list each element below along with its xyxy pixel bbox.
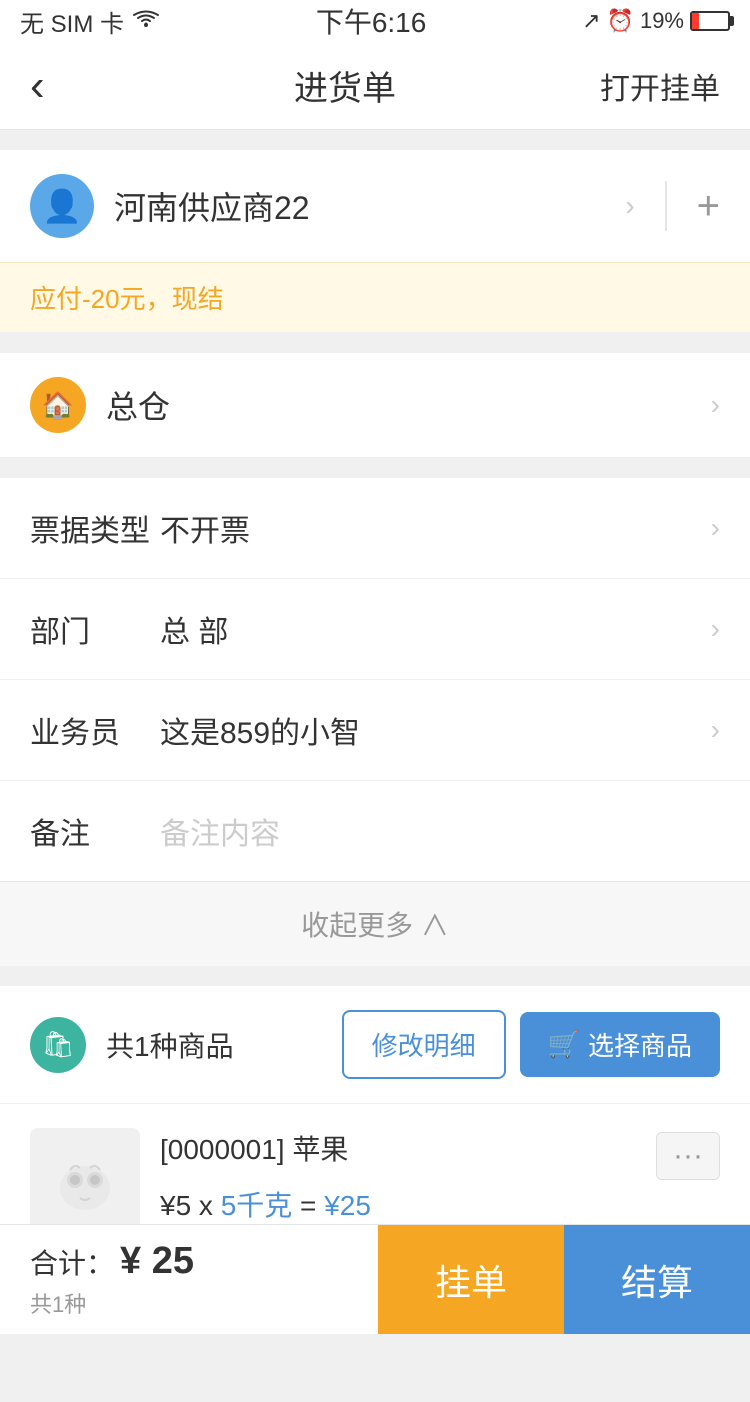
back-button[interactable]: ‹ (30, 61, 90, 111)
warehouse-row[interactable]: 🏠 总仓 › (0, 352, 750, 457)
nav-bar: ‹ 进货单 打开挂单 (0, 42, 750, 130)
status-time: 下午6:16 (316, 1, 427, 41)
total-label: 合计： (30, 1242, 114, 1282)
page-title: 进货单 (294, 61, 396, 110)
status-bar: 无 SIM 卡 下午6:16 ↗ ⏰ 19% (0, 0, 750, 42)
gap-1 (0, 130, 750, 150)
salesperson-label: 业务员 (30, 708, 150, 752)
hang-button[interactable]: 挂单 (378, 1225, 564, 1334)
remark-input[interactable]: 备注内容 (160, 809, 720, 853)
location-icon: ↗ (582, 8, 600, 34)
total-section: 合计： ¥ 25 共1种 (0, 1225, 378, 1334)
alarm-icon: ⏰ (607, 8, 634, 34)
product-more-button[interactable]: ··· (656, 1132, 720, 1180)
bottom-bar: 合计： ¥ 25 共1种 挂单 结算 (0, 1224, 750, 1334)
warehouse-icon: 🏠 (30, 377, 86, 433)
warehouse-name: 总仓 (106, 382, 711, 428)
products-section: 🛍 共1种商品 修改明细 🛒 选择商品 (0, 966, 750, 1262)
products-icon: 🛍 (30, 1017, 86, 1073)
invoice-value: 不开票 (160, 506, 711, 550)
warehouse-section: 🏠 总仓 › (0, 352, 750, 457)
add-supplier-button[interactable]: + (697, 184, 720, 229)
invoice-row[interactable]: 票据类型 不开票 › (0, 477, 750, 578)
bag-icon: 🛍 (41, 1029, 74, 1060)
shop-icon: 🏠 (42, 390, 74, 421)
supplier-divider (665, 181, 667, 231)
edit-details-button[interactable]: 修改明细 (342, 1010, 506, 1079)
invoice-label: 票据类型 (30, 506, 150, 550)
battery-icon (690, 11, 730, 31)
remark-row[interactable]: 备注 备注内容 (0, 780, 750, 881)
invoice-arrow-icon: › (711, 512, 720, 544)
gap-2 (0, 332, 750, 352)
product-name: [0000001] 苹果 (160, 1128, 656, 1168)
product-thumbnail (30, 1128, 140, 1238)
product-qty: 5千克 (221, 1190, 293, 1221)
department-arrow-icon: › (711, 613, 720, 645)
supplier-section: 👤 河南供应商22 › + 应付-20元，现结 (0, 150, 750, 332)
carrier-text: 无 SIM 卡 (20, 4, 124, 39)
collapse-button[interactable]: 收起更多 ∧ (0, 881, 750, 966)
salesperson-arrow-icon: › (711, 714, 720, 746)
supplier-warning: 应付-20元，现结 (0, 262, 750, 332)
gap-3 (0, 457, 750, 477)
total-count: 共1种 (30, 1287, 348, 1319)
wifi-icon (132, 7, 160, 35)
warehouse-arrow-icon: › (711, 389, 720, 421)
salesperson-row[interactable]: 业务员 这是859的小智 › (0, 679, 750, 780)
total-amount: ¥ 25 (120, 1240, 194, 1283)
products-count: 共1种商品 (106, 1025, 342, 1065)
supplier-arrow-icon: › (625, 190, 634, 222)
person-icon: 👤 (42, 187, 82, 225)
select-product-label: 选择商品 (588, 1026, 692, 1063)
status-left: 无 SIM 卡 (20, 4, 160, 39)
product-price: ¥5 x 5千克 = ¥25 (160, 1184, 656, 1224)
salesperson-value: 这是859的小智 (160, 708, 711, 752)
supplier-avatar: 👤 (30, 174, 94, 238)
form-section: 票据类型 不开票 › 部门 总 部 › 业务员 这是859的小智 › 备注 备注… (0, 477, 750, 966)
department-label: 部门 (30, 607, 150, 651)
status-right: ↗ ⏰ 19% (582, 8, 730, 34)
total-row: 合计： ¥ 25 (30, 1240, 348, 1283)
department-row[interactable]: 部门 总 部 › (0, 578, 750, 679)
product-info: [0000001] 苹果 ¥5 x 5千克 = ¥25 (160, 1128, 656, 1224)
supplier-row[interactable]: 👤 河南供应商22 › + (0, 150, 750, 262)
product-image (45, 1143, 125, 1223)
cart-icon: 🛒 (548, 1029, 580, 1060)
settle-button[interactable]: 结算 (564, 1225, 750, 1334)
battery-percent: 19% (640, 8, 684, 34)
select-product-button[interactable]: 🛒 选择商品 (520, 1012, 720, 1077)
department-value: 总 部 (160, 607, 711, 651)
open-pending-button[interactable]: 打开挂单 (600, 64, 720, 108)
product-total: ¥25 (324, 1190, 371, 1221)
remark-label: 备注 (30, 809, 150, 853)
products-header: 🛍 共1种商品 修改明细 🛒 选择商品 (0, 966, 750, 1103)
supplier-name: 河南供应商22 (114, 183, 625, 229)
